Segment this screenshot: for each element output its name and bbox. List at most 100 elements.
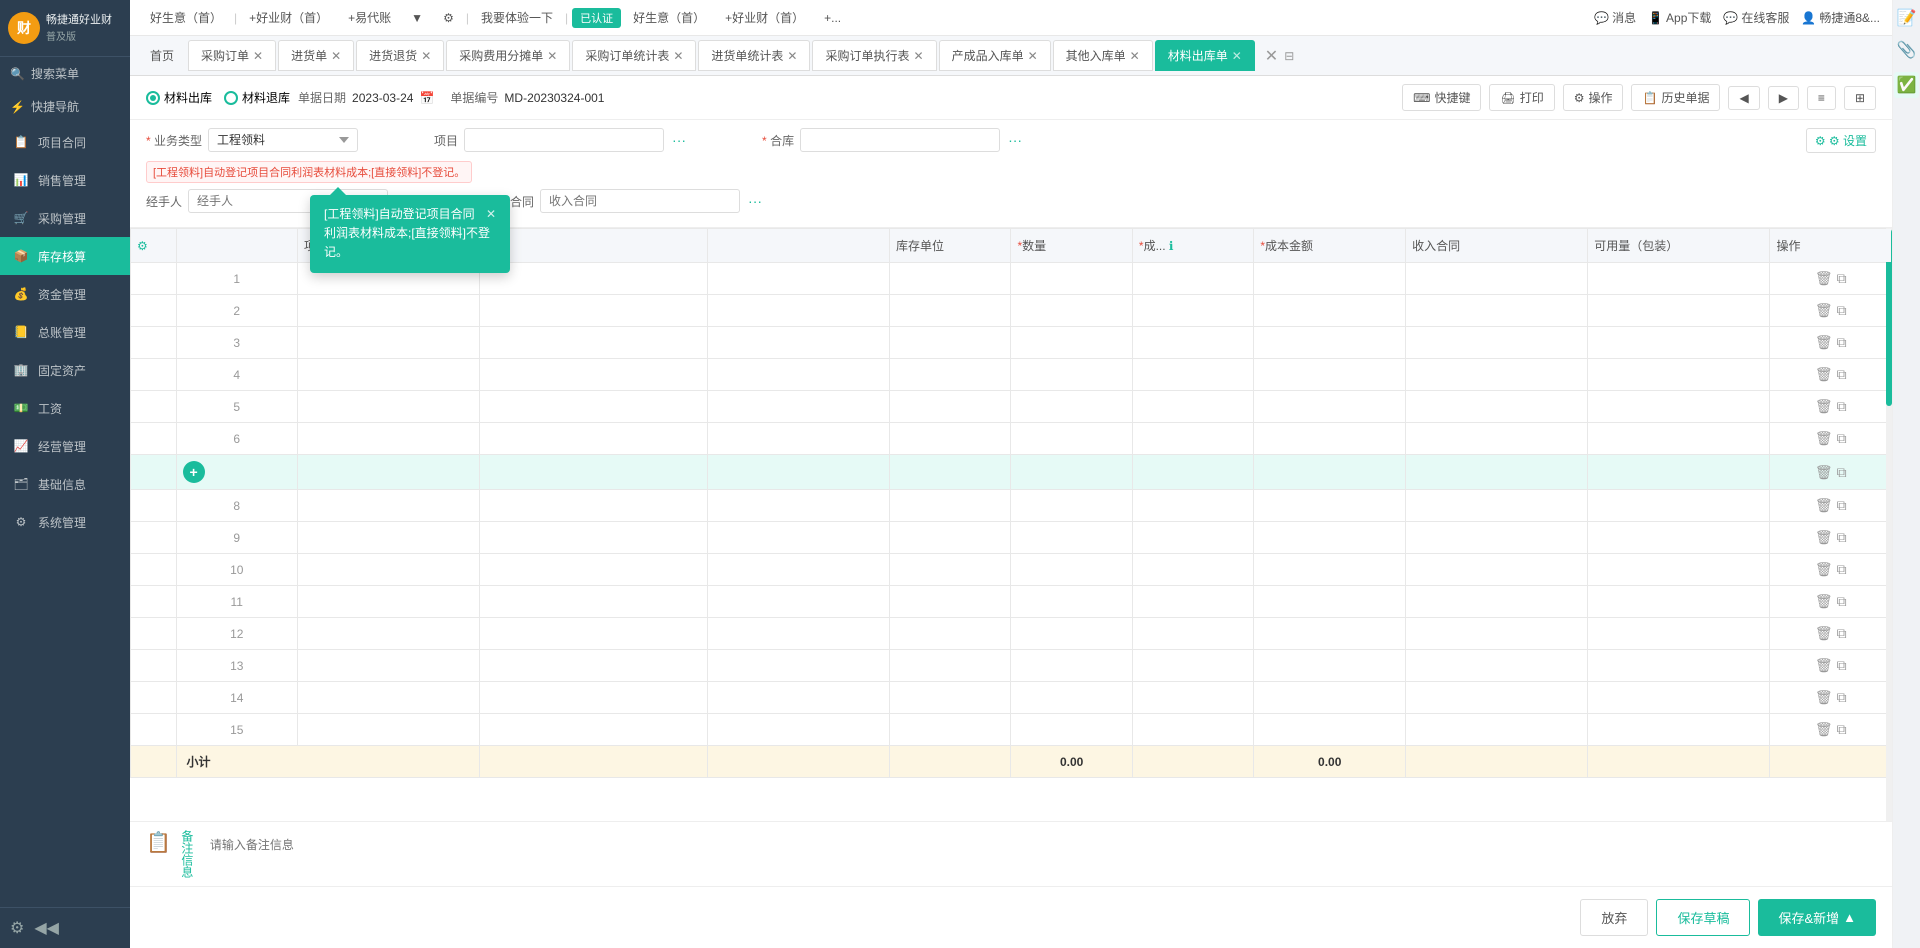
list-view-btn[interactable]: ≡ <box>1807 86 1836 110</box>
row-cost-15[interactable] <box>1132 714 1253 746</box>
vertical-scrollbar[interactable] <box>1886 228 1892 821</box>
row-copy-btn-4[interactable]: ⧉ <box>1837 366 1847 383</box>
topnav-easy-agent[interactable]: +易代账 <box>340 5 399 30</box>
row-qty-9[interactable] <box>1011 522 1132 554</box>
quick-nav[interactable]: ⚡ 快捷导航 <box>0 90 130 123</box>
row-cost-amt-3[interactable] <box>1254 327 1406 359</box>
sidebar-item-inventory[interactable]: 📦 库存核算 <box>0 237 130 275</box>
row-material-5[interactable] <box>480 391 708 423</box>
row-project-10[interactable] <box>297 554 479 586</box>
th-settings[interactable]: ⚙ <box>131 229 177 263</box>
tab-close-purchase-expense[interactable]: ✕ <box>547 49 557 63</box>
row-cost-amt-8[interactable] <box>1254 490 1406 522</box>
income-contract-dots-btn[interactable]: ··· <box>748 193 762 209</box>
row-cost-amt-12[interactable] <box>1254 618 1406 650</box>
sidebar-item-project[interactable]: 📋 项目合同 <box>0 123 130 161</box>
row-available-9[interactable] <box>1588 522 1770 554</box>
row-qty-1[interactable] <box>1011 263 1132 295</box>
row-cost-amt-10[interactable] <box>1254 554 1406 586</box>
row-delete-btn-6[interactable]: 🗑 <box>1815 430 1833 447</box>
row-spec-9[interactable] <box>707 522 889 554</box>
row-copy-btn-2[interactable]: ⧉ <box>1837 302 1847 319</box>
topnav-hao-yeyi2[interactable]: +好业财（首） <box>717 5 812 30</box>
tab-close-incoming-stats[interactable]: ✕ <box>787 49 797 63</box>
row-material-13[interactable] <box>480 650 708 682</box>
row-contract-14[interactable] <box>1406 682 1588 714</box>
row-cost-5[interactable] <box>1132 391 1253 423</box>
topnav-experience[interactable]: 我要体验一下 <box>473 5 561 30</box>
row-spec-10[interactable] <box>707 554 889 586</box>
row-qty-10[interactable] <box>1011 554 1132 586</box>
row-material-6[interactable] <box>480 423 708 455</box>
tab-purchase-stats[interactable]: 采购订单统计表 ✕ <box>572 40 696 71</box>
row-delete-btn-8[interactable]: 🗑 <box>1815 497 1833 514</box>
certified-badge[interactable]: 已认证 <box>572 8 621 28</box>
sidebar-item-salary[interactable]: 💵 工资 <box>0 389 130 427</box>
online-service-action[interactable]: 💬 在线客服 <box>1723 9 1789 26</box>
sidebar-item-purchase[interactable]: 🛒 采购管理 <box>0 199 130 237</box>
row-spec-6[interactable] <box>707 423 889 455</box>
table-container[interactable]: ⚙ 项目 * 库存单位 *数量 *成... ℹ <box>130 228 1892 821</box>
tab-incoming-stats[interactable]: 进货单统计表 ✕ <box>698 40 810 71</box>
row-spec-8[interactable] <box>707 490 889 522</box>
row-available-7[interactable] <box>1588 455 1770 490</box>
note-input[interactable] <box>204 830 1876 870</box>
row-qty-13[interactable] <box>1011 650 1132 682</box>
row-material-2[interactable] <box>480 295 708 327</box>
message-action[interactable]: 💬 消息 <box>1594 9 1636 26</box>
right-sidebar-icon-3[interactable]: ✅ <box>1894 72 1920 98</box>
sidebar-item-operations[interactable]: 📈 经营管理 <box>0 427 130 465</box>
tab-close-product-storage[interactable]: ✕ <box>1028 49 1038 63</box>
row-cost-11[interactable] <box>1132 586 1253 618</box>
row-available-15[interactable] <box>1588 714 1770 746</box>
save-new-button[interactable]: 保存&新增 ▲ <box>1758 899 1876 936</box>
row-cost-3[interactable] <box>1132 327 1253 359</box>
search-menu[interactable]: 🔍 搜索菜单 <box>0 57 130 90</box>
row-cost-amt-13[interactable] <box>1254 650 1406 682</box>
row-spec-5[interactable] <box>707 391 889 423</box>
row-project-8[interactable] <box>297 490 479 522</box>
row-material-10[interactable] <box>480 554 708 586</box>
row-copy-btn-12[interactable]: ⧉ <box>1837 625 1847 642</box>
radio-material-return[interactable]: 材料退库 <box>224 89 290 106</box>
row-cost-amt-6[interactable] <box>1254 423 1406 455</box>
row-contract-13[interactable] <box>1406 650 1588 682</box>
row-contract-15[interactable] <box>1406 714 1588 746</box>
row-contract-8[interactable] <box>1406 490 1588 522</box>
user-action[interactable]: 👤 畅捷通8&... <box>1801 9 1880 26</box>
row-unit-4[interactable] <box>890 359 1011 391</box>
row-spec-11[interactable] <box>707 586 889 618</box>
row-copy-btn-13[interactable]: ⧉ <box>1837 657 1847 674</box>
row-copy-btn-9[interactable]: ⧉ <box>1837 529 1847 546</box>
row-spec-12[interactable] <box>707 618 889 650</box>
row-delete-btn-11[interactable]: 🗑 <box>1815 593 1833 610</box>
sidebar-item-sales[interactable]: 📊 销售管理 <box>0 161 130 199</box>
collapse-sidebar-btn[interactable]: ◀◀ <box>34 918 59 938</box>
save-draft-button[interactable]: 保存草稿 <box>1656 899 1750 936</box>
row-spec-1[interactable] <box>707 263 889 295</box>
sidebar-item-ledger[interactable]: 📒 总账管理 <box>0 313 130 351</box>
row-cost-1[interactable] <box>1132 263 1253 295</box>
warehouse-dots-btn[interactable]: ··· <box>1008 132 1022 148</box>
row-project-12[interactable] <box>297 618 479 650</box>
row-cost-2[interactable] <box>1132 295 1253 327</box>
row-copy-btn-10[interactable]: ⧉ <box>1837 561 1847 578</box>
row-qty-14[interactable] <box>1011 682 1132 714</box>
row-unit-6[interactable] <box>890 423 1011 455</box>
tab-home[interactable]: 首页 <box>138 41 186 70</box>
row-spec-13[interactable] <box>707 650 889 682</box>
warehouse-input[interactable] <box>800 128 1000 152</box>
tab-other-storage[interactable]: 其他入库单 ✕ <box>1053 40 1153 71</box>
row-project-14[interactable] <box>297 682 479 714</box>
row-material-9[interactable] <box>480 522 708 554</box>
tab-product-storage[interactable]: 产成品入库单 ✕ <box>939 40 1051 71</box>
row-material-4[interactable] <box>480 359 708 391</box>
row-unit-7[interactable] <box>890 455 1011 490</box>
tab-close-material-out[interactable]: ✕ <box>1232 49 1242 63</box>
row-cost-12[interactable] <box>1132 618 1253 650</box>
topnav-dropdown[interactable]: ▼ <box>403 7 431 29</box>
tab-incoming-goods[interactable]: 进货单 ✕ <box>278 40 354 71</box>
row-spec-3[interactable] <box>707 327 889 359</box>
tab-purchase-exec[interactable]: 采购订单执行表 ✕ <box>812 40 936 71</box>
row-project-input-7[interactable] <box>304 465 473 479</box>
